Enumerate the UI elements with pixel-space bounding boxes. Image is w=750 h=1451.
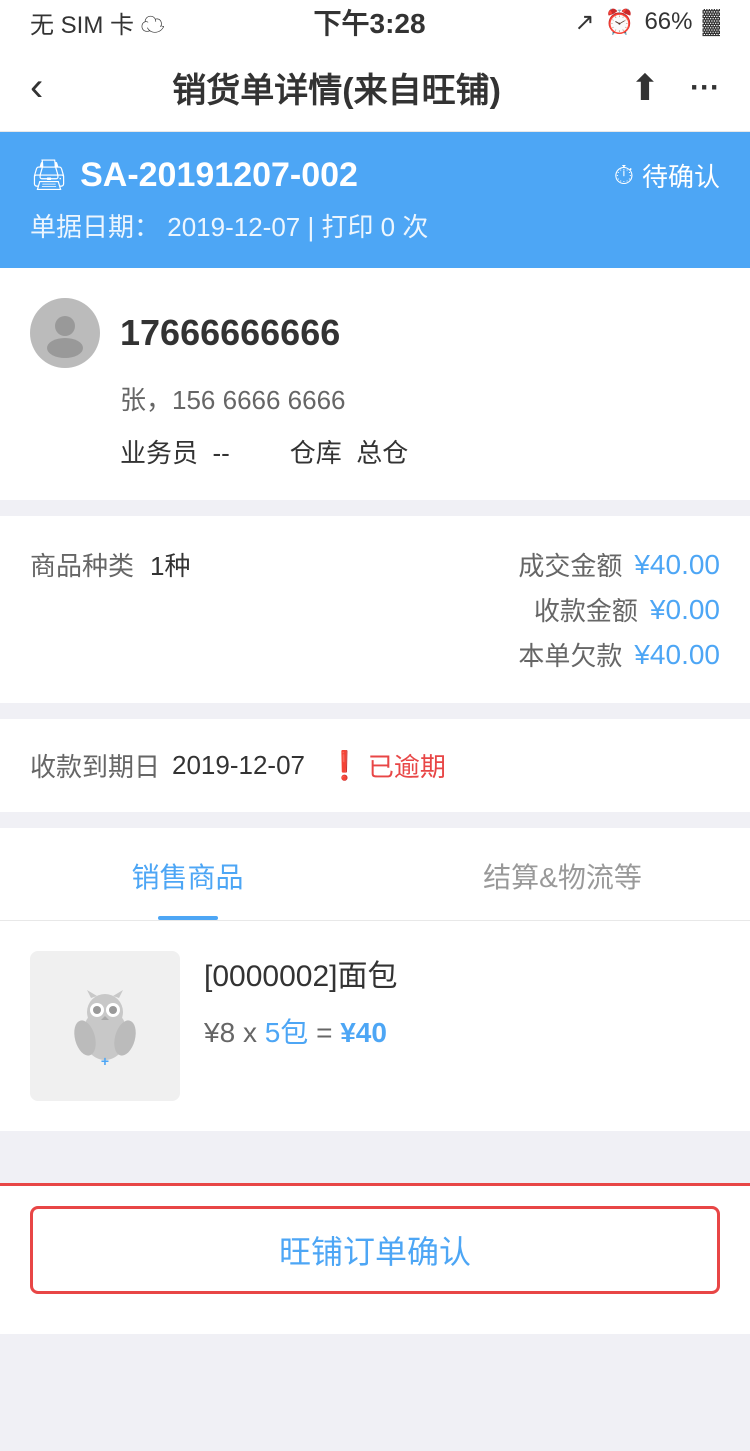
salesperson-field: 业务员 -- (120, 433, 230, 470)
tab-sales-products[interactable]: 销售商品 (0, 828, 375, 920)
overdue-badge: ❗ 已逾期 (327, 747, 446, 784)
alarm-icon: ⏰ (605, 8, 635, 37)
svg-text:+: + (101, 1053, 109, 1069)
overdue-icon: ❗ (327, 749, 362, 782)
category-value: 1种 (150, 546, 190, 583)
owed-value: ¥40.00 (634, 639, 720, 671)
warehouse-field: 仓库 总仓 (290, 433, 408, 470)
customer-phone: 17666666666 (120, 312, 340, 354)
due-date-value: 2019-12-07 (172, 750, 305, 781)
due-date-section: 收款到期日 2019-12-07 ❗ 已逾期 (0, 719, 750, 812)
bottom-bar: 旺铺订单确认 (0, 1183, 750, 1334)
product-name: [0000002]面包 (204, 951, 720, 995)
order-id: SA-20191207-002 (80, 156, 358, 195)
sim-status: 无 SIM 卡 ☁ (30, 5, 165, 40)
summary-right: 成交金额 ¥40.00 收款金额 ¥0.00 本单欠款 ¥40.00 (518, 546, 720, 673)
summary-section: 商品种类 1种 成交金额 ¥40.00 收款金额 ¥0.00 本单欠款 ¥40.… (0, 516, 750, 703)
product-section: + [0000002]面包 ¥8 x 5包 = ¥40 (0, 921, 750, 1131)
product-price: ¥8 x 5包 = ¥40 (204, 1011, 720, 1051)
avatar (30, 298, 100, 368)
order-status: ⏱ 待确认 (614, 157, 720, 194)
amount-label: 成交金额 (518, 546, 622, 583)
received-label: 收款金额 (534, 591, 638, 628)
due-label: 收款到期日 (30, 747, 160, 784)
battery-level: 66% (644, 8, 692, 36)
tabs-bar: 销售商品 结算&物流等 (0, 828, 750, 921)
product-info: [0000002]面包 ¥8 x 5包 = ¥40 (204, 951, 720, 1051)
order-icon: 🖨 (30, 158, 68, 193)
confirm-order-button[interactable]: 旺铺订单确认 (30, 1206, 720, 1294)
product-image: + (30, 951, 180, 1101)
category-label: 商品种类 (30, 546, 134, 583)
share-button[interactable]: ⬆ (630, 67, 660, 109)
page-title: 销货单详情(来自旺铺) (172, 63, 501, 112)
customer-section: 17666666666 张，156 6666 6666 业务员 -- 仓库 总仓 (0, 268, 750, 500)
summary-left: 商品种类 1种 (30, 546, 190, 583)
location-icon: ↗ (574, 8, 594, 37)
amount-value: ¥40.00 (634, 549, 720, 581)
overdue-text: 已逾期 (368, 747, 446, 784)
nav-actions: ⬆ ··· (630, 67, 720, 109)
owed-label: 本单欠款 (518, 636, 622, 673)
product-item: + [0000002]面包 ¥8 x 5包 = ¥40 (30, 951, 720, 1101)
customer-name: 张，156 6666 6666 (120, 380, 720, 417)
status-text: 待确认 (642, 157, 720, 194)
order-header: 🖨 SA-20191207-002 ⏱ 待确认 单据日期： 2019-12-07… (0, 132, 750, 268)
tab-settlement-logistics[interactable]: 结算&物流等 (375, 828, 750, 920)
status-left: 无 SIM 卡 ☁ (30, 5, 165, 40)
order-date: 单据日期： 2019-12-07 | 打印 0 次 (30, 207, 720, 244)
more-button[interactable]: ··· (690, 71, 720, 105)
status-time: 下午3:28 (314, 2, 426, 42)
back-button[interactable]: ‹ (30, 65, 43, 110)
customer-meta: 业务员 -- 仓库 总仓 (120, 433, 720, 470)
received-value: ¥0.00 (650, 594, 720, 626)
battery-icon: ▓ (702, 8, 720, 36)
nav-bar: ‹ 销货单详情(来自旺铺) ⬆ ··· (0, 44, 750, 132)
status-right: ↗ ⏰ 66% ▓ (574, 8, 720, 37)
status-clock-icon: ⏱ (614, 160, 634, 192)
status-bar: 无 SIM 卡 ☁ 下午3:28 ↗ ⏰ 66% ▓ (0, 0, 750, 44)
